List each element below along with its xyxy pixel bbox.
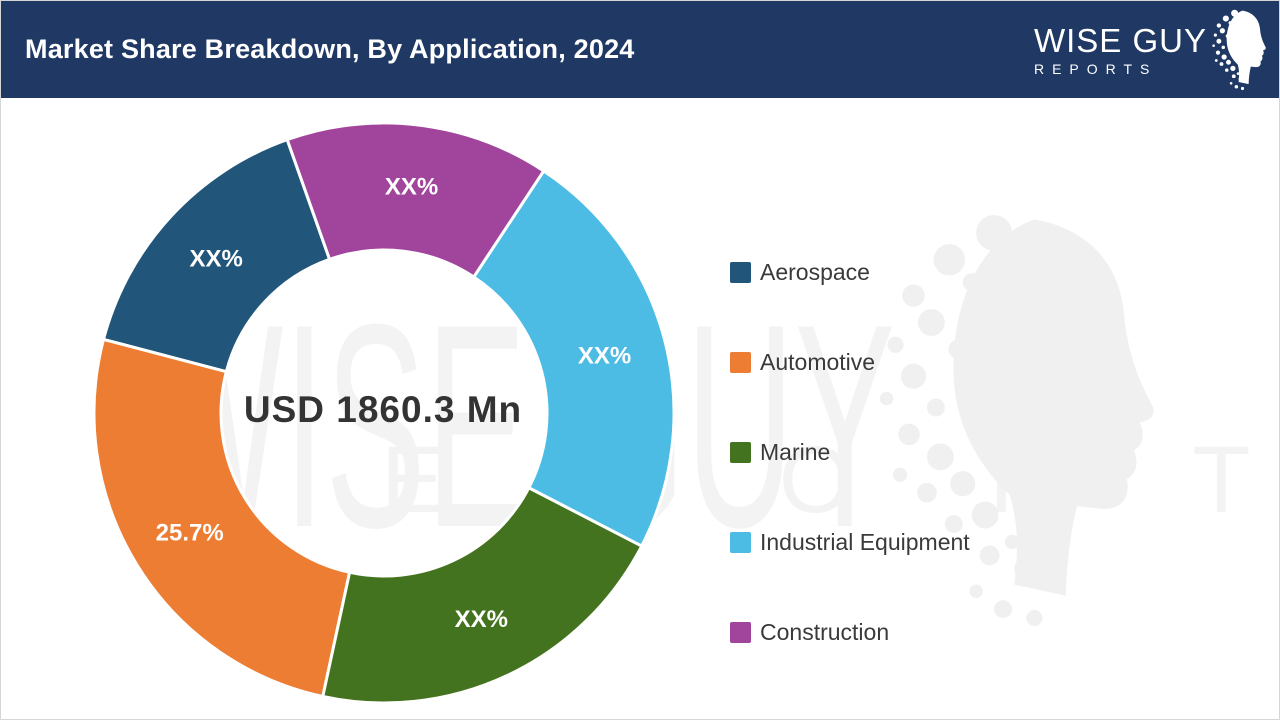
brand-name: WISE GUY (1033, 21, 1207, 59)
legend-label-aerospace: Aerospace (760, 258, 870, 285)
brand-face-icon (1212, 9, 1266, 90)
legend-item-automotive: Automotive (730, 348, 970, 376)
legend-item-construction: Construction (730, 618, 970, 646)
slice-label-marine: XX% (455, 606, 508, 633)
slice-label-industrial-equipment: XX% (578, 342, 631, 369)
brand-logo: WISE GUY REPORTS (1034, 8, 1267, 92)
legend-item-marine: Marine (730, 438, 970, 466)
slice-label-construction: XX% (385, 174, 438, 201)
brand-logo-text: WISE GUY REPORTS (1034, 24, 1207, 76)
donut-chart: XX% 25.7% XX% XX% XX% USD 1860.3 Mn (92, 121, 676, 705)
legend-label-marine: Marine (760, 438, 831, 465)
legend-label-automotive: Automotive (760, 348, 876, 375)
legend-label-industrial-equipment: Industrial Equipment (760, 528, 970, 555)
legend-swatch-automotive (730, 351, 751, 373)
chart-center-value: USD 1860.3 Mn (244, 389, 522, 430)
legend-swatch-construction (730, 621, 751, 643)
legend-item-aerospace: Aerospace (730, 258, 970, 286)
page-title: Market Share Breakdown, By Application, … (25, 34, 635, 64)
legend-swatch-aerospace (730, 261, 751, 283)
slice-label-aerospace: XX% (190, 246, 243, 273)
infographic-canvas: WISE GUY R E P O R T S Market Share Brea… (0, 0, 1280, 720)
legend-swatch-industrial-equipment (730, 531, 751, 553)
legend-swatch-marine (730, 441, 751, 463)
header-bar: Market Share Breakdown, By Application, … (1, 1, 1279, 98)
legend-item-industrial-equipment: Industrial Equipment (730, 528, 970, 556)
chart-legend: Aerospace Automotive Marine Industrial E… (730, 258, 970, 646)
brand-subname: REPORTS (1033, 60, 1158, 77)
slice-label-automotive: 25.7% (156, 519, 224, 546)
legend-label-construction: Construction (760, 618, 890, 645)
